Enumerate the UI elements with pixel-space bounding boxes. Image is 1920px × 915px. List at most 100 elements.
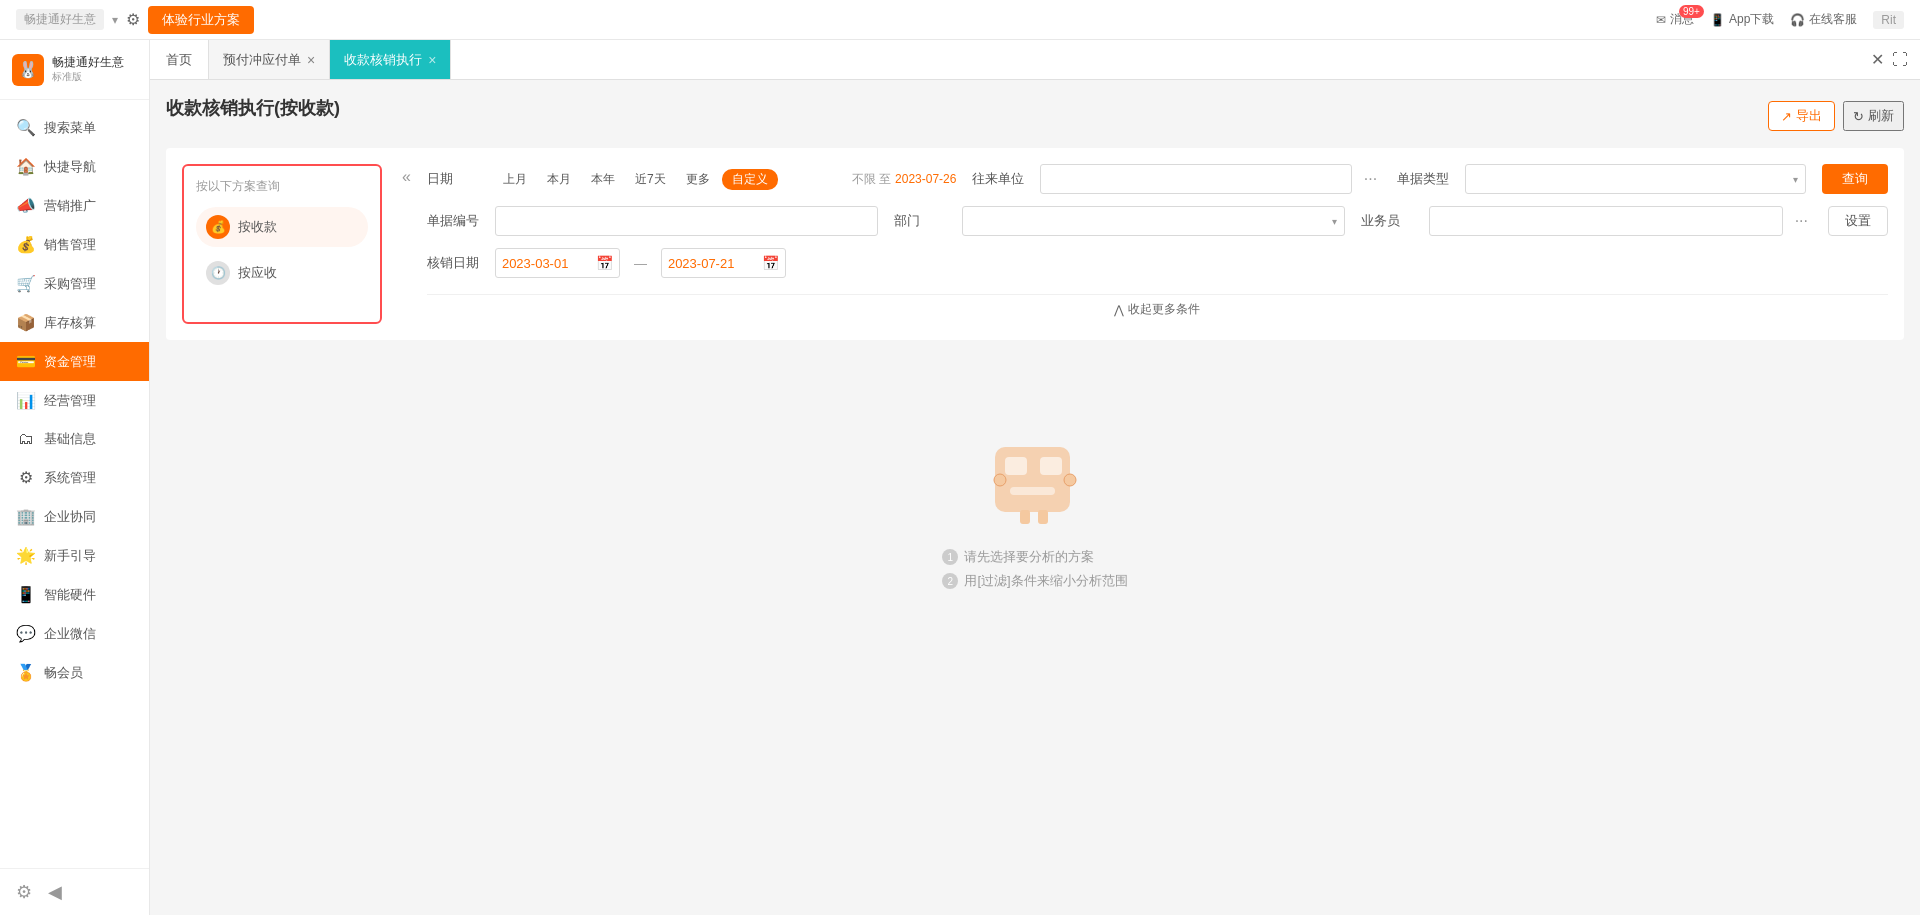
online-service-btn[interactable]: 🎧 在线客服 — [1790, 11, 1857, 28]
maximize-icon[interactable]: ⛶ — [1892, 51, 1908, 69]
counterparty-dots-btn[interactable]: ··· — [1360, 170, 1381, 188]
tab-collection-writeoff-label: 收款核销执行 — [344, 51, 422, 69]
sidebar-item-label: 企业协同 — [44, 508, 96, 526]
industry-btn[interactable]: 体验行业方案 — [148, 6, 254, 34]
finance-icon: 💳 — [16, 352, 36, 371]
logo-sub: 标准版 — [52, 70, 124, 84]
sidebar-logo: 🐰 畅捷通好生意 标准版 — [0, 40, 149, 100]
filter-option-by-collection-label: 按收款 — [238, 218, 277, 236]
filter-option-by-receivable[interactable]: 🕐 按应收 — [196, 253, 368, 293]
filter-option-by-collection[interactable]: 💰 按收款 — [196, 207, 368, 247]
sidebar-item-hardware[interactable]: 📱 智能硬件 — [0, 575, 149, 614]
sidebar-item-sales[interactable]: 💰 销售管理 — [0, 225, 149, 264]
sidebar-item-operation[interactable]: 📊 经营管理 — [0, 381, 149, 420]
user-profile[interactable]: Rit — [1873, 11, 1904, 29]
close-tab-icon[interactable]: ✕ — [1871, 50, 1884, 69]
filter-row-3: 核销日期 📅 — 📅 — [427, 248, 1888, 278]
tab-prepay-close[interactable]: × — [307, 52, 315, 68]
staff-dots-btn[interactable]: ··· — [1791, 212, 1812, 230]
page-content: 收款核销执行(按收款) ↗ 导出 ↻ 刷新 按以下方案查询 — [150, 80, 1920, 915]
date-btn-custom[interactable]: 自定义 — [722, 169, 778, 190]
tab-collection-writeoff-close[interactable]: × — [428, 52, 436, 68]
doc-no-input[interactable] — [495, 206, 878, 236]
page-title: 收款核销执行(按收款) — [166, 96, 340, 120]
message-btn[interactable]: ✉ 消息 99+ — [1656, 11, 1694, 28]
system-icon: ⚙ — [16, 468, 36, 487]
tab-actions: ✕ ⛶ — [1859, 40, 1920, 79]
sidebar-item-member[interactable]: 🏅 畅会员 — [0, 653, 149, 692]
sidebar-item-label: 经营管理 — [44, 392, 96, 410]
sidebar-item-purchase[interactable]: 🛒 采购管理 — [0, 264, 149, 303]
date-btn-last-month[interactable]: 上月 — [495, 169, 535, 190]
settings-button[interactable]: 设置 — [1828, 206, 1888, 236]
message-icon: ✉ — [1656, 13, 1666, 27]
sidebar-item-enterprise[interactable]: 🏢 企业协同 — [0, 497, 149, 536]
sidebar-item-quick-nav[interactable]: 🏠 快捷导航 — [0, 147, 149, 186]
doc-type-input[interactable] — [1465, 164, 1806, 194]
sidebar-item-search[interactable]: 🔍 搜索菜单 — [0, 108, 149, 147]
dept-input[interactable] — [962, 206, 1345, 236]
date-btn-this-month[interactable]: 本月 — [539, 169, 579, 190]
doc-type-label: 单据类型 — [1397, 170, 1457, 188]
sidebar-item-inventory[interactable]: 📦 库存核算 — [0, 303, 149, 342]
wechat-icon: 💬 — [16, 624, 36, 643]
svg-rect-6 — [1020, 510, 1030, 524]
chevron-down-icon: ▾ — [112, 13, 118, 27]
sidebar-item-finance[interactable]: 💳 资金管理 — [0, 342, 149, 381]
tab-home[interactable]: 首页 — [150, 40, 209, 79]
hint-num-2: 2 — [942, 573, 958, 589]
counterparty-input[interactable] — [1040, 164, 1351, 194]
search-icon: 🔍 — [16, 118, 36, 137]
collapse-more-btn[interactable]: ⋀ 收起更多条件 — [427, 294, 1888, 324]
writeoff-date-label: 核销日期 — [427, 254, 487, 272]
operation-icon: 📊 — [16, 391, 36, 410]
export-button[interactable]: ↗ 导出 — [1768, 101, 1835, 131]
settings-icon[interactable]: ⚙ — [16, 881, 32, 903]
filter-staff-field: 业务员 ··· — [1361, 206, 1812, 236]
member-icon: 🏅 — [16, 663, 36, 682]
query-button[interactable]: 查询 — [1822, 164, 1888, 194]
filter-form: 日期 上月 本月 本年 近7天 更多 自定义 不限 至 — [427, 164, 1888, 324]
staff-input[interactable] — [1429, 206, 1783, 236]
calendar-start-icon[interactable]: 📅 — [596, 255, 613, 271]
filter-doc-type-field: 单据类型 ▾ — [1397, 164, 1806, 194]
sidebar-item-label: 采购管理 — [44, 275, 96, 293]
doc-no-label: 单据编号 — [427, 212, 487, 230]
sidebar-item-label: 系统管理 — [44, 469, 96, 487]
gear-icon[interactable]: ⚙ — [126, 10, 140, 29]
date-btn-more[interactable]: 更多 — [678, 169, 718, 190]
collapse-sidebar-icon[interactable]: ◀ — [48, 881, 62, 903]
app-download-btn[interactable]: 📱 App下载 — [1710, 11, 1774, 28]
svg-point-5 — [1064, 474, 1076, 486]
sidebar-item-wechat[interactable]: 💬 企业微信 — [0, 614, 149, 653]
collapse-more-label: 收起更多条件 — [1128, 301, 1200, 318]
refresh-button[interactable]: ↻ 刷新 — [1843, 101, 1904, 131]
sidebar-item-marketing[interactable]: 📣 营销推广 — [0, 186, 149, 225]
tab-prepay[interactable]: 预付冲应付单 × — [209, 40, 330, 79]
date-btn-this-year[interactable]: 本年 — [583, 169, 623, 190]
filter-collapse-btn[interactable]: « — [398, 164, 415, 324]
tab-collection-writeoff[interactable]: 收款核销执行 × — [330, 40, 451, 79]
writeoff-date-end-input[interactable] — [668, 256, 758, 271]
sidebar-item-label: 畅会员 — [44, 664, 83, 682]
writeoff-date-start-input[interactable] — [502, 256, 592, 271]
filter-sidebar: 按以下方案查询 💰 按收款 🕐 按应收 — [182, 164, 382, 324]
sidebar-item-guide[interactable]: 🌟 新手引导 — [0, 536, 149, 575]
message-badge: 99+ — [1679, 5, 1704, 18]
hint-text-2: 用[过滤]条件来缩小分析范围 — [964, 572, 1127, 590]
filter-date-field: 日期 上月 本月 本年 近7天 更多 自定义 — [427, 169, 836, 190]
marketing-icon: 📣 — [16, 196, 36, 215]
date-btn-7days[interactable]: 近7天 — [627, 169, 674, 190]
filter-writeoff-date-field: 核销日期 📅 — 📅 — [427, 248, 1888, 278]
refresh-icon: ↻ — [1853, 109, 1864, 124]
page-header: 收款核销执行(按收款) ↗ 导出 ↻ 刷新 — [166, 96, 1904, 136]
calendar-end-icon[interactable]: 📅 — [762, 255, 779, 271]
main-layout: 🐰 畅捷通好生意 标准版 🔍 搜索菜单 🏠 快捷导航 📣 营销推广 💰 销售管理 — [0, 40, 1920, 915]
receivable-icon: 🕐 — [206, 261, 230, 285]
filter-sidebar-title: 按以下方案查询 — [196, 178, 368, 195]
sidebar-item-label: 资金管理 — [44, 353, 96, 371]
sidebar-item-basic[interactable]: 🗂 基础信息 — [0, 420, 149, 458]
topbar-brand: 畅捷通好生意 — [16, 9, 104, 30]
sidebar-item-system[interactable]: ⚙ 系统管理 — [0, 458, 149, 497]
counterparty-label: 往来单位 — [972, 170, 1032, 188]
